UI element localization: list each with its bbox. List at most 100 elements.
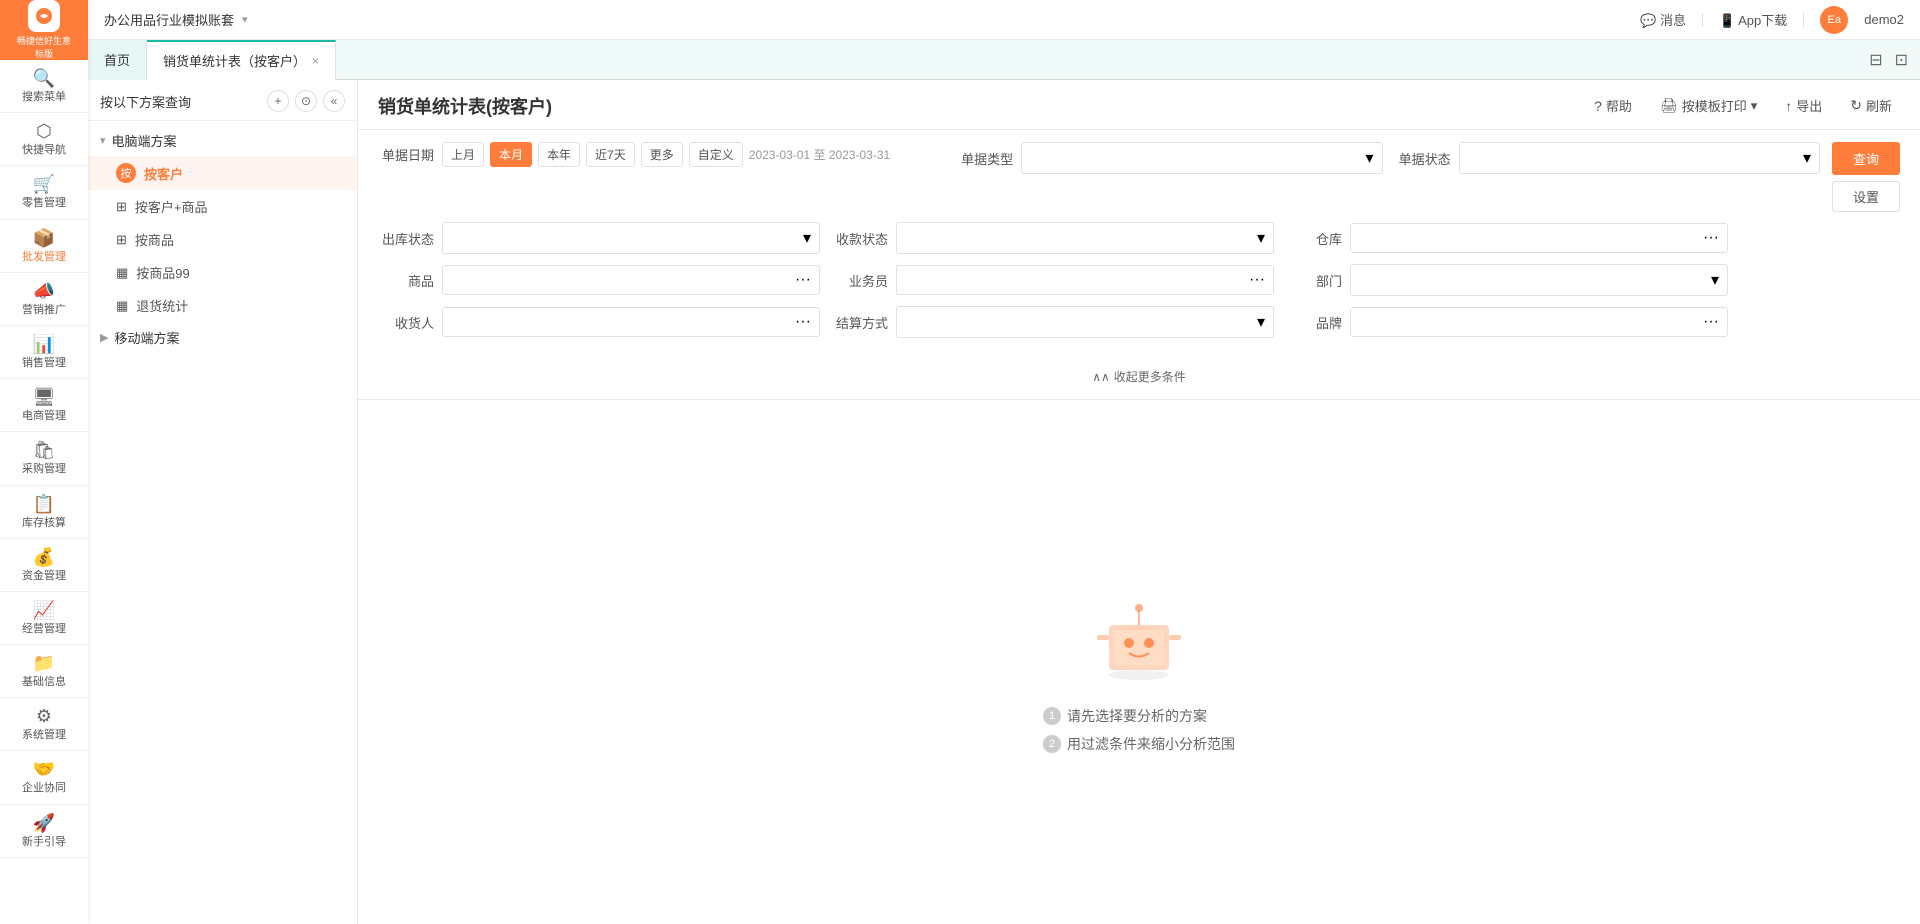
sidebar-item-newbie[interactable]: 🚀 新手引导: [0, 805, 88, 858]
sidebar-item-label: 营销推广: [22, 304, 66, 317]
collapse-up-icon: ∧∧: [1092, 370, 1110, 384]
sidebar-item-ecommerce[interactable]: 🖥 电商管理: [0, 379, 88, 432]
tab-minimize-button[interactable]: ⊟: [1865, 48, 1886, 72]
grid-icon2: ⊞: [116, 232, 127, 248]
sidebar-item-finance[interactable]: 💰 资金管理: [0, 539, 88, 592]
tip-text-1: 请先选择要分析的方案: [1067, 706, 1207, 726]
sidebar-item-nav[interactable]: ⬡ 快捷导航: [0, 113, 88, 166]
receipt-status-select[interactable]: ▾: [896, 222, 1274, 254]
user-name[interactable]: demo2: [1864, 12, 1904, 27]
grid-icon: ⊞: [116, 199, 127, 215]
sidebar-item-retail[interactable]: 🛒 零售管理: [0, 166, 88, 219]
sidebar-item-label: 批发管理: [22, 251, 66, 264]
sidebar-item-label: 企业协同: [22, 782, 66, 795]
chevron-down-icon4: ▾: [1257, 228, 1265, 248]
sidebar-item-system[interactable]: ⚙ 系统管理: [0, 698, 88, 751]
out-status-label: 出库状态: [378, 229, 434, 248]
date-7days-btn[interactable]: 近7天: [586, 142, 635, 167]
page-actions: ? 帮助 🖨 按模板打印 ▾ ↑ 导出 ↻: [1586, 92, 1900, 119]
breadcrumb-dropdown-icon[interactable]: ▾: [242, 13, 248, 26]
goods-select[interactable]: ···: [442, 265, 820, 295]
sidebar-item-enterprise[interactable]: 🤝 企业协同: [0, 751, 88, 804]
print-button[interactable]: 🖨 按模板打印 ▾: [1652, 92, 1765, 119]
department-label: 部门: [1286, 271, 1342, 290]
collapse-scheme-button[interactable]: «: [323, 90, 345, 112]
brand-label: 品牌: [1286, 313, 1342, 332]
tab-maximize-button[interactable]: ⊡: [1891, 48, 1912, 72]
sidebar-item-sales[interactable]: 📊 销售管理: [0, 326, 88, 379]
help-button[interactable]: ? 帮助: [1586, 92, 1640, 119]
scheme-item-customer[interactable]: 按 按客户: [88, 156, 357, 190]
warehouse-select[interactable]: ···: [1350, 223, 1728, 253]
date-this-year-btn[interactable]: 本年: [538, 142, 580, 167]
brand-select[interactable]: ···: [1350, 307, 1728, 337]
chevron-down-icon6: ▾: [1257, 312, 1265, 332]
scheme-item-returns[interactable]: ▦ 退货统计: [88, 289, 357, 322]
active-scheme-icon: 按: [116, 163, 136, 183]
sidebar-item-purchase[interactable]: 🛍 采购管理: [0, 432, 88, 485]
tree-parent-label: 电脑端方案: [112, 131, 177, 150]
sidebar-item-search[interactable]: 🔍 搜索菜单: [0, 60, 88, 113]
order-type-label: 单据类型: [957, 149, 1013, 168]
system-icon: ⚙: [36, 706, 52, 727]
query-button[interactable]: 查询: [1832, 142, 1900, 175]
message-link[interactable]: 💬 消息: [1640, 10, 1686, 29]
department-select[interactable]: ▾: [1350, 264, 1728, 296]
settings-scheme-button[interactable]: ⊙: [295, 90, 317, 112]
basic-info-icon: 📁: [33, 653, 55, 674]
receiver-label: 收货人: [378, 313, 434, 332]
separator: [1702, 13, 1703, 27]
sidebar-item-wholesale[interactable]: 📦 批发管理: [0, 220, 88, 273]
order-type-select[interactable]: ▾: [1021, 142, 1382, 174]
refresh-button[interactable]: ↻ 刷新: [1842, 92, 1900, 119]
tree-parent-mobile[interactable]: ▶ 移动端方案: [88, 322, 357, 353]
wholesale-icon: 📦: [33, 228, 55, 249]
scheme-item-label: 按客户: [144, 164, 183, 183]
sales-icon: 📊: [33, 334, 55, 355]
scheme-item-label: 退货统计: [136, 296, 188, 315]
tree-parent-label2: 移动端方案: [114, 328, 179, 347]
chevron-down-icon3: ▾: [803, 228, 811, 248]
avatar[interactable]: Ea: [1820, 6, 1848, 34]
sidebar-item-label: 采购管理: [22, 463, 66, 476]
app-name: 畅捷信好生意: [17, 34, 71, 47]
tab-close-icon[interactable]: ×: [312, 54, 319, 68]
app-download-link[interactable]: 📱 App下载: [1719, 10, 1787, 29]
order-status-select[interactable]: ▾: [1459, 142, 1820, 174]
top-header: 办公用品行业模拟账套 ▾ 💬 消息 📱 App下载 Ea demo2: [88, 0, 1920, 40]
tab-active[interactable]: 销货单统计表（按客户） ×: [147, 40, 336, 80]
operations-icon: 📈: [33, 600, 55, 621]
scheme-item-customer-goods[interactable]: ⊞ 按客户+商品: [88, 190, 357, 223]
sidebar-item-operations[interactable]: 📈 经营管理: [0, 592, 88, 645]
scheme-item-goods99[interactable]: ▦ 按商品99: [88, 256, 357, 289]
date-custom-btn[interactable]: 自定义: [689, 142, 743, 167]
scheme-item-goods[interactable]: ⊞ 按商品: [88, 223, 357, 256]
collapse-button[interactable]: ∧∧ 收起更多条件: [1080, 364, 1198, 389]
sidebar-item-marketing[interactable]: 📣 营销推广: [0, 273, 88, 326]
sidebar-item-inventory[interactable]: 📋 库存核算: [0, 486, 88, 539]
settlement-select[interactable]: ▾: [896, 306, 1274, 338]
salesperson-select[interactable]: ···: [896, 265, 1274, 295]
settings-button[interactable]: 设置: [1832, 181, 1900, 212]
date-last-month-btn[interactable]: 上月: [442, 142, 484, 167]
sidebar: 畅捷信好生意 标版 🔍 搜索菜单 ⬡ 快捷导航 🛒 零售管理 📦 批发管理 📣 …: [0, 0, 88, 924]
receiver-select[interactable]: ···: [442, 307, 820, 337]
out-status-select[interactable]: ▾: [442, 222, 820, 254]
sidebar-item-basic-info[interactable]: 📁 基础信息: [0, 645, 88, 698]
date-this-month-btn[interactable]: 本月: [490, 142, 532, 167]
sidebar-item-label: 新手引导: [22, 836, 66, 849]
tab-home[interactable]: 首页: [88, 40, 147, 80]
empty-illustration: [1079, 570, 1199, 690]
main-area: 办公用品行业模拟账套 ▾ 💬 消息 📱 App下载 Ea demo2 首页 销货…: [88, 0, 1920, 924]
newbie-icon: 🚀: [33, 813, 55, 834]
scheme-item-label: 按客户+商品: [135, 197, 208, 216]
add-scheme-button[interactable]: +: [267, 90, 289, 112]
nav-icon: ⬡: [36, 121, 52, 142]
tree-parent-pc[interactable]: ▾ 电脑端方案: [88, 125, 357, 156]
print-icon: 🖨: [1660, 97, 1678, 114]
scheme-tree: ▾ 电脑端方案 按 按客户 ⊞ 按客户+商品 ⊞ 按商品 ▦: [88, 121, 357, 357]
date-more-btn[interactable]: 更多: [641, 142, 683, 167]
receipt-status-label: 收款状态: [832, 229, 888, 248]
export-button[interactable]: ↑ 导出: [1777, 92, 1830, 119]
app-logo[interactable]: 畅捷信好生意 标版: [0, 0, 88, 60]
